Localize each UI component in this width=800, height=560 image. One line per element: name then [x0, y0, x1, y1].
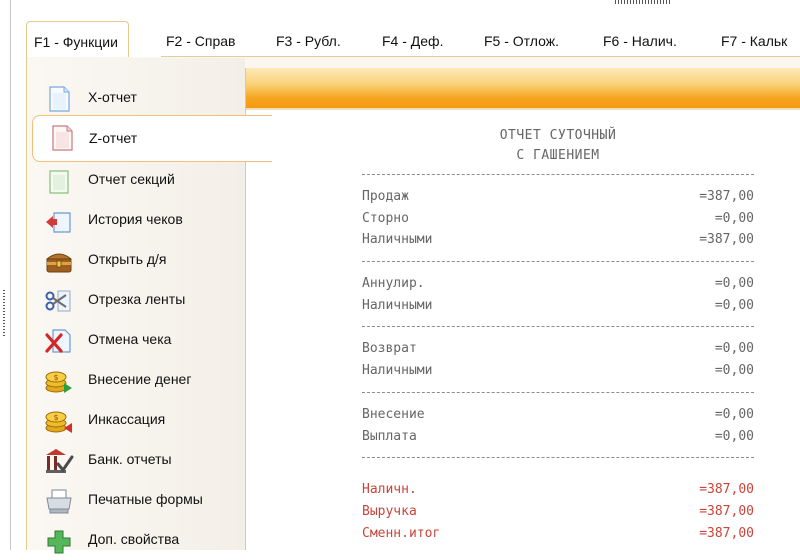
tab-rubles[interactable]: F3 - Рубл.: [276, 33, 341, 49]
receipt-row: Наличными =0,00: [362, 295, 754, 317]
z-report-receipt: ОТЧЕТ СУТОЧНЫЙ С ГАШЕНИЕМ Продаж =387,00 …: [362, 126, 754, 544]
sidebar-item-label: Отчет секций: [88, 171, 175, 187]
receipt-row-value: =387,00: [699, 232, 754, 248]
sidebar-item-open-drawer[interactable]: Открыть д/я: [27, 240, 245, 280]
receipt-row-value: =0,00: [714, 297, 754, 313]
receipt-row-label: Наличными: [362, 363, 433, 379]
receipt-row-label: Сторно: [362, 210, 409, 226]
sidebar-item-cancel-receipt[interactable]: Отмена чека: [27, 320, 245, 360]
sidebar-item-label: X-отчет: [88, 89, 137, 105]
receipt-row-value: =387,00: [699, 189, 754, 204]
receipt-row-label: Внесение: [362, 406, 425, 422]
cancel-receipt-icon: [44, 327, 74, 355]
receipt-row: Сторно =0,00: [362, 208, 754, 230]
sidebar-item-bank-reports[interactable]: Банк. отчеты: [27, 440, 245, 480]
receipt-total-row: Выручка =387,00: [362, 501, 754, 523]
sidebar-item-extra-properties[interactable]: Доп. свойства: [27, 520, 245, 560]
receipt-row-value: =0,00: [714, 210, 754, 226]
z-report-document-icon: [47, 124, 77, 152]
tab-cash[interactable]: F6 - Налич.: [603, 33, 677, 49]
sidebar-item-label: Z-отчет: [89, 130, 138, 146]
splitter-grip[interactable]: [3, 290, 5, 336]
receipt-row-value: =0,00: [714, 363, 754, 379]
receipt-row-label: Наличными: [362, 232, 433, 248]
sections-report-icon: [44, 167, 74, 195]
sidebar-item-cut-tape[interactable]: Отрезка ленты: [27, 280, 245, 320]
window-edge: [10, 0, 11, 550]
receipt-row: Выплата =0,00: [362, 426, 754, 448]
sidebar-item-label: Открыть д/я: [88, 251, 167, 267]
sidebar-item-label: Печатные формы: [88, 491, 203, 507]
report-title: ОТЧЕТ СУТОЧНЫЙ: [499, 128, 617, 143]
sidebar-item-z-report[interactable]: Z-отчет: [32, 115, 272, 162]
receipt-row-label: Наличн.: [362, 482, 417, 498]
receipt-row-label: Выручка: [362, 503, 417, 519]
function-tabs: F1 - Функции F2 - Справ F3 - Рубл. F4 - …: [11, 0, 800, 58]
receipt-row-value: =0,00: [714, 406, 754, 422]
sidebar-item-receipt-history[interactable]: История чеков: [27, 200, 245, 240]
sidebar-item-print-forms[interactable]: Печатные формы: [27, 480, 245, 520]
receipt-row-value: =0,00: [714, 341, 754, 357]
sidebar-item-label: Доп. свойства: [88, 531, 180, 547]
scissors-tape-icon: [44, 287, 74, 315]
printer-icon: [44, 487, 74, 515]
sidebar-item-label: Инкассация: [88, 411, 166, 427]
sidebar-item-x-report[interactable]: X-отчет: [27, 78, 245, 118]
tab-deferred-def[interactable]: F4 - Деф.: [382, 33, 443, 49]
receipt-row-value: =387,00: [699, 503, 754, 519]
receipt-row: Наличными =0,00: [362, 360, 754, 382]
receipt-row: Продаж =387,00: [362, 186, 754, 208]
receipt-row-label: Наличными: [362, 297, 433, 313]
plus-properties-icon: [44, 527, 74, 555]
bank-report-icon: [44, 447, 74, 475]
receipt-row-value: =0,00: [714, 428, 754, 444]
receipt-row: Возврат =0,00: [362, 338, 754, 360]
svg-text:$: $: [53, 413, 58, 422]
x-report-document-icon: [44, 85, 74, 113]
sidebar-item-label: Отмена чека: [88, 331, 172, 347]
receipt-row: Аннулир. =0,00: [362, 273, 754, 295]
receipt-separator: [362, 174, 754, 176]
cash-drawer-chest-icon: [44, 247, 74, 275]
sidebar-item-sections-report[interactable]: Отчет секций: [27, 160, 245, 200]
receipt-history-icon: [44, 207, 74, 235]
receipt-row-label: Сменн.итог: [362, 525, 441, 541]
panel-header-divider: [246, 108, 800, 110]
receipt-row-label: Возврат: [362, 341, 417, 357]
sidebar-item-label: Банк. отчеты: [88, 451, 172, 467]
sidebar-item-label: Отрезка ленты: [88, 291, 186, 307]
receipt-row-label: Аннулир.: [362, 276, 425, 292]
receipt-total-row: Сменн.итог =387,00: [362, 523, 754, 545]
panel-header-bar: [246, 68, 800, 108]
report-panel: ОТЧЕТ СУТОЧНЫЙ С ГАШЕНИЕМ Продаж =387,00 …: [245, 68, 800, 550]
receipt-row-label: Продаж: [362, 189, 409, 204]
coins-deposit-icon: $: [44, 367, 74, 395]
receipt-row-value: =0,00: [714, 276, 754, 292]
sidebar-item-collection[interactable]: $ Инкассация: [27, 400, 245, 440]
receipt-row-label: Выплата: [362, 428, 417, 444]
receipt-row-value: =387,00: [699, 525, 754, 541]
receipt-separator: [362, 261, 754, 263]
sidebar-item-label: Внесение денег: [88, 371, 192, 387]
coins-collection-icon: $: [44, 407, 74, 435]
receipt-separator: [362, 326, 754, 328]
receipt-row: Внесение =0,00: [362, 404, 754, 426]
receipt-row-value: =387,00: [699, 482, 754, 498]
receipt-row: Наличными =387,00: [362, 229, 754, 251]
receipt-separator: [362, 457, 754, 459]
receipt-separator: [362, 391, 754, 394]
report-subtitle: С ГАШЕНИЕМ: [516, 148, 600, 163]
sidebar-item-label: История чеков: [88, 211, 183, 227]
functions-sidebar: X-отчет Z-отчет Отчет секций История чек…: [27, 58, 272, 554]
svg-text:$: $: [53, 373, 58, 382]
tab-functions[interactable]: F1 - Функции: [26, 21, 129, 57]
tab-reference[interactable]: F2 - Справ: [166, 33, 235, 49]
tab-postponed[interactable]: F5 - Отлож.: [484, 33, 559, 49]
sidebar-item-cash-deposit[interactable]: $ Внесение денег: [27, 360, 245, 400]
receipt-total-row: Наличн. =387,00: [362, 479, 754, 501]
tab-calculator[interactable]: F7 - Кальк: [721, 33, 787, 49]
